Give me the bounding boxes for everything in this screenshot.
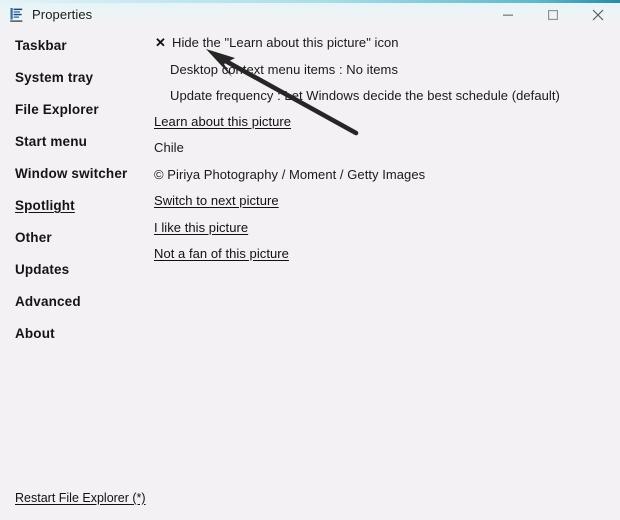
maximize-icon[interactable] — [530, 0, 575, 30]
sidebar-item-start-menu[interactable]: Start menu — [15, 134, 87, 149]
switch-next-picture-link[interactable]: Switch to next picture — [154, 193, 279, 208]
learn-about-picture-link[interactable]: Learn about this picture — [154, 114, 291, 129]
sidebar-nav: Taskbar System tray File Explorer Start … — [0, 30, 150, 520]
properties-list-icon — [9, 7, 25, 23]
like-picture-link[interactable]: I like this picture — [154, 220, 248, 235]
restart-file-explorer-link[interactable]: Restart File Explorer (*) — [15, 491, 146, 505]
sidebar-item-other[interactable]: Other — [15, 230, 52, 245]
sidebar-item-spotlight[interactable]: Spotlight — [15, 198, 75, 213]
sidebar-item-system-tray[interactable]: System tray — [15, 70, 93, 85]
close-x-icon[interactable]: ✕ — [155, 36, 166, 49]
sidebar-item-window-switcher[interactable]: Window switcher — [15, 166, 127, 181]
sidebar-item-taskbar[interactable]: Taskbar — [15, 38, 67, 53]
window-title: Properties — [32, 7, 93, 22]
picture-location-text: Chile — [154, 140, 184, 155]
content-panel: ✕ Hide the "Learn about this picture" ic… — [150, 30, 620, 520]
close-icon[interactable] — [575, 0, 620, 30]
minimize-icon[interactable] — [485, 0, 530, 30]
picture-credit-text: © Piriya Photography / Moment / Getty Im… — [154, 167, 426, 182]
hide-learn-icon-label[interactable]: Hide the "Learn about this picture" icon — [172, 35, 399, 50]
sidebar-item-file-explorer[interactable]: File Explorer — [15, 102, 99, 117]
sidebar-item-updates[interactable]: Updates — [15, 262, 69, 277]
properties-window: Properties Taskbar System tray File Expl… — [0, 0, 620, 520]
update-frequency-row[interactable]: Update frequency : Let Windows decide th… — [170, 88, 560, 103]
desktop-context-menu-row[interactable]: Desktop context menu items : No items — [170, 62, 398, 77]
title-bar: Properties — [0, 0, 620, 30]
sidebar-item-advanced[interactable]: Advanced — [15, 294, 81, 309]
dislike-picture-link[interactable]: Not a fan of this picture — [154, 246, 289, 261]
sidebar-item-about[interactable]: About — [15, 326, 55, 341]
